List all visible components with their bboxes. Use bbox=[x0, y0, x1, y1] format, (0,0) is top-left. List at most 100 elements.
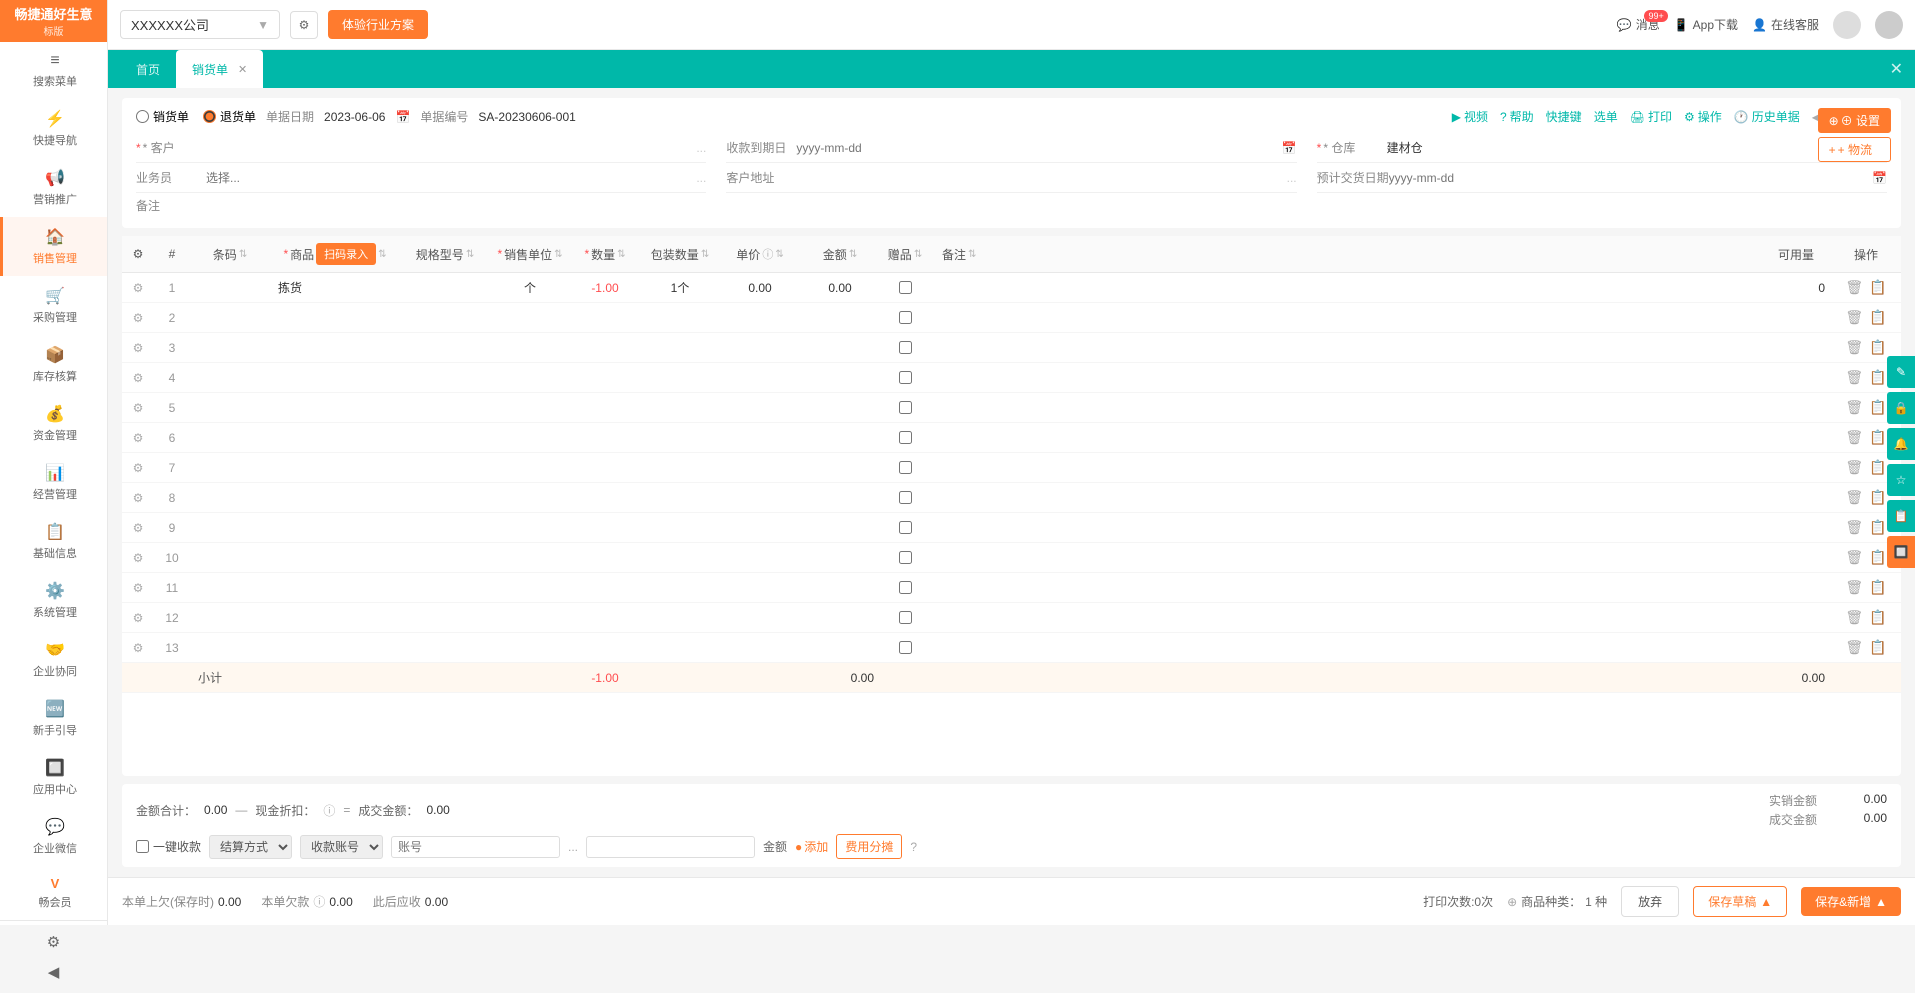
cell-note[interactable] bbox=[930, 453, 1761, 483]
one-click-pay-checkbox[interactable] bbox=[136, 840, 149, 853]
cell-unit[interactable] bbox=[490, 393, 570, 423]
cell-note[interactable] bbox=[930, 633, 1761, 663]
cell-qty[interactable] bbox=[570, 453, 640, 483]
product-sort-icon[interactable]: ⇅ bbox=[378, 249, 386, 260]
save-draft-button[interactable]: 保存草稿 ▲ bbox=[1693, 886, 1787, 917]
row-settings-icon[interactable]: ⚙ bbox=[133, 461, 144, 475]
cell-amount[interactable] bbox=[800, 453, 880, 483]
price-sort-icon[interactable]: ⇅ bbox=[775, 249, 783, 260]
row-delete-btn[interactable]: 🗑 bbox=[1845, 519, 1863, 536]
cell-note[interactable] bbox=[930, 573, 1761, 603]
video-btn[interactable]: ▶ 视频 bbox=[1452, 108, 1488, 125]
cell-settings[interactable]: ⚙ bbox=[122, 333, 154, 363]
row-delete-btn[interactable]: 🗑 bbox=[1845, 549, 1863, 566]
gift-checkbox[interactable] bbox=[899, 371, 912, 384]
cell-price[interactable] bbox=[720, 573, 800, 603]
row-settings-icon[interactable]: ⚙ bbox=[133, 431, 144, 445]
cell-qty[interactable] bbox=[570, 333, 640, 363]
print-btn[interactable]: 🖨 打印 bbox=[1630, 108, 1672, 125]
cell-note[interactable] bbox=[930, 543, 1761, 573]
cell-gift[interactable] bbox=[880, 453, 930, 483]
abandon-button[interactable]: 放弃 bbox=[1621, 886, 1679, 917]
cell-note[interactable] bbox=[930, 363, 1761, 393]
row-copy-btn[interactable]: 📋 bbox=[1869, 339, 1886, 356]
cell-pkgqty[interactable] bbox=[640, 363, 720, 393]
table-scroll-area[interactable]: ⚙ # 条码 ⇅ * bbox=[122, 236, 1901, 776]
cell-barcode[interactable] bbox=[190, 423, 270, 453]
cell-spec[interactable] bbox=[400, 573, 490, 603]
delivery-date-input-area[interactable]: 📅 bbox=[1389, 171, 1887, 185]
barcode-sort-icon[interactable]: ⇅ bbox=[239, 249, 247, 260]
cell-spec[interactable] bbox=[400, 363, 490, 393]
topbar-gear-button[interactable]: ⚙ bbox=[290, 11, 318, 39]
row-delete-btn[interactable]: 🗑 bbox=[1845, 279, 1863, 296]
sidebar-item-guide[interactable]: 🆕 新手引导 bbox=[0, 689, 107, 748]
cell-gift[interactable] bbox=[880, 633, 930, 663]
message-button[interactable]: 💬 消息 99+ bbox=[1617, 16, 1660, 33]
cell-qty[interactable] bbox=[570, 303, 640, 333]
cell-product[interactable] bbox=[270, 423, 400, 453]
qty-sort-icon[interactable]: ⇅ bbox=[617, 249, 625, 260]
row-copy-btn[interactable]: 📋 bbox=[1869, 549, 1886, 566]
cell-unit[interactable] bbox=[490, 603, 570, 633]
cell-price[interactable] bbox=[720, 393, 800, 423]
account-select[interactable]: 收款账号 bbox=[300, 835, 383, 859]
cell-price[interactable] bbox=[720, 603, 800, 633]
calendar-icon[interactable]: 📅 bbox=[395, 110, 410, 124]
cell-price[interactable] bbox=[720, 363, 800, 393]
cell-pkgqty[interactable] bbox=[640, 603, 720, 633]
cell-pkgqty[interactable] bbox=[640, 453, 720, 483]
cell-amount[interactable] bbox=[800, 573, 880, 603]
cell-qty[interactable]: -1.00 bbox=[570, 273, 640, 303]
cell-amount[interactable] bbox=[800, 483, 880, 513]
user-avatar2[interactable] bbox=[1875, 11, 1903, 39]
row-settings-icon[interactable]: ⚙ bbox=[133, 371, 144, 385]
cell-gift[interactable] bbox=[880, 303, 930, 333]
salesman-dots[interactable]: ... bbox=[696, 171, 706, 185]
trial-button[interactable]: 体验行业方案 bbox=[328, 10, 428, 39]
right-panel-btn-5[interactable]: 📋 bbox=[1887, 500, 1915, 532]
cell-settings[interactable]: ⚙ bbox=[122, 543, 154, 573]
cell-pkgqty[interactable] bbox=[640, 393, 720, 423]
cell-price[interactable] bbox=[720, 333, 800, 363]
row-delete-btn[interactable]: 🗑 bbox=[1845, 609, 1863, 626]
tab-sales-order[interactable]: 销货单 ✕ bbox=[176, 50, 263, 88]
row-delete-btn[interactable]: 🗑 bbox=[1845, 639, 1863, 656]
cell-gift[interactable] bbox=[880, 603, 930, 633]
customer-input-area[interactable]: ... bbox=[206, 141, 706, 155]
cell-qty[interactable] bbox=[570, 483, 640, 513]
sidebar-item-appstore[interactable]: 🔲 应用中心 bbox=[0, 748, 107, 807]
sidebar-item-sales[interactable]: 🏠 销售管理 bbox=[0, 217, 107, 276]
cell-pkgqty[interactable] bbox=[640, 483, 720, 513]
cell-amount[interactable] bbox=[800, 393, 880, 423]
row-delete-btn[interactable]: 🗑 bbox=[1845, 429, 1863, 446]
row-settings-icon[interactable]: ⚙ bbox=[133, 641, 144, 655]
row-settings-icon[interactable]: ⚙ bbox=[133, 611, 144, 625]
cell-unit[interactable] bbox=[490, 423, 570, 453]
scan-barcode-btn[interactable]: 扫码录入 bbox=[316, 243, 376, 265]
cell-unit[interactable] bbox=[490, 513, 570, 543]
cell-unit[interactable] bbox=[490, 333, 570, 363]
salesman-input-area[interactable]: ... bbox=[206, 171, 706, 185]
gift-checkbox[interactable] bbox=[899, 491, 912, 504]
tab-home[interactable]: 首页 bbox=[120, 50, 176, 88]
cell-qty[interactable] bbox=[570, 513, 640, 543]
right-panel-btn-4[interactable]: ☆ bbox=[1887, 464, 1915, 496]
cell-amount[interactable] bbox=[800, 513, 880, 543]
receipt-calendar-icon[interactable]: 📅 bbox=[1282, 141, 1297, 155]
notes-input[interactable] bbox=[206, 199, 1887, 213]
cell-pkgqty[interactable] bbox=[640, 573, 720, 603]
cell-price[interactable]: 0.00 bbox=[720, 273, 800, 303]
one-click-pay-check[interactable]: 一键收款 bbox=[136, 838, 201, 855]
cell-product[interactable] bbox=[270, 333, 400, 363]
cell-barcode[interactable] bbox=[190, 363, 270, 393]
cell-spec[interactable] bbox=[400, 453, 490, 483]
sidebar-item-finance[interactable]: 💰 资金管理 bbox=[0, 394, 107, 453]
cell-gift[interactable] bbox=[880, 423, 930, 453]
cell-spec[interactable] bbox=[400, 483, 490, 513]
right-panel-btn-6[interactable]: 🔲 bbox=[1887, 536, 1915, 568]
right-panel-btn-2[interactable]: 🔒 bbox=[1887, 392, 1915, 424]
gift-checkbox[interactable] bbox=[899, 341, 912, 354]
row-settings-icon[interactable]: ⚙ bbox=[133, 491, 144, 505]
customer-input[interactable] bbox=[206, 141, 692, 155]
